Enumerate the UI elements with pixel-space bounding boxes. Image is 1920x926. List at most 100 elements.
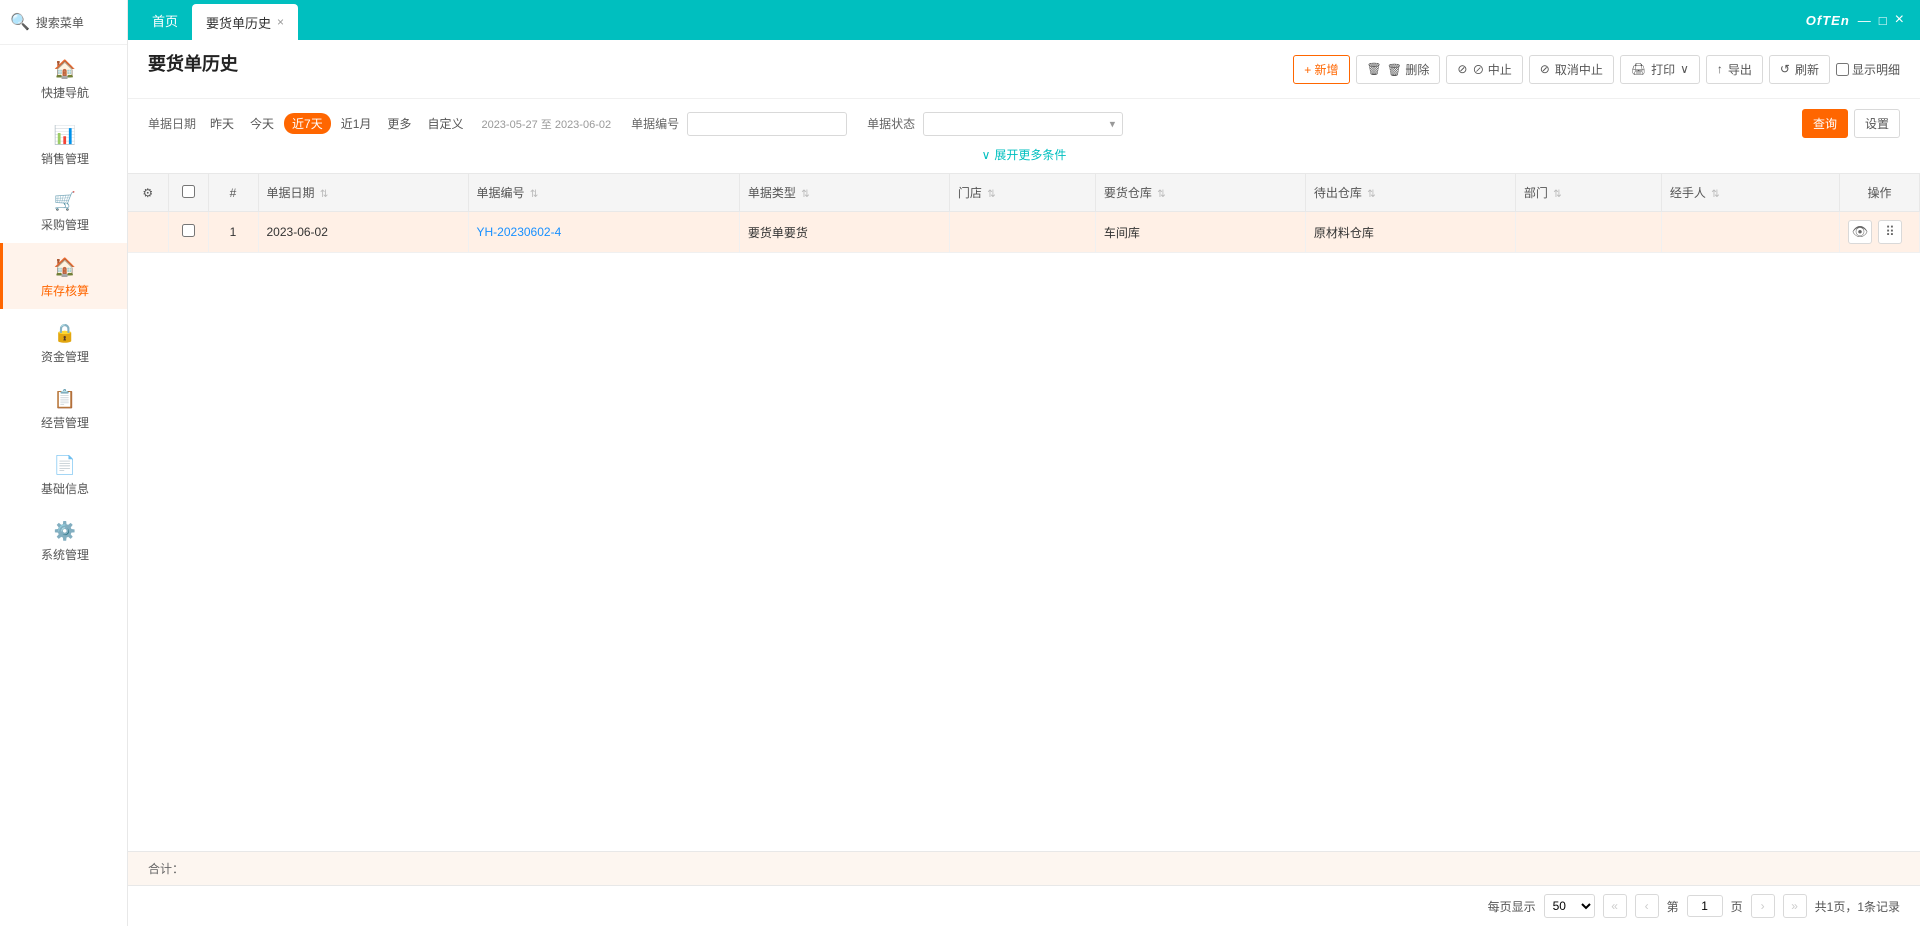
query-button[interactable]: 查询 [1802, 109, 1848, 138]
table-body: 1 2023-06-02 YH-20230602-4 要货单要货 车间库 原材料… [128, 212, 1920, 253]
tab-active-label: 要货单历史 [206, 13, 271, 32]
view-icon: 👁 [1852, 224, 1869, 240]
date-btn-1month[interactable]: 近1月 [335, 113, 378, 134]
date-btn-more[interactable]: 更多 [381, 113, 417, 134]
col-date-label: 单据日期 [267, 186, 315, 200]
date-filter-buttons: 昨天 今天 近7天 近1月 更多 自定义 [204, 113, 469, 134]
export-button[interactable]: ↑ 导出 [1706, 55, 1763, 84]
order-no-link[interactable]: YH-20230602-4 [477, 225, 562, 239]
sidebar-search-label: 搜索菜单 [36, 14, 84, 31]
sidebar-item-finance[interactable]: 🔒 资金管理 [0, 309, 127, 375]
lock-icon: 🔒 [54, 323, 76, 344]
page-title: 要货单历史 [148, 50, 238, 76]
search-icon: 🔍 [10, 12, 30, 32]
delete-icon: 🗑 [1367, 62, 1382, 76]
date-btn-today[interactable]: 今天 [244, 113, 280, 134]
sidebar-item-label: 销售管理 [41, 150, 89, 167]
table-header-row: ⚙ # 单据日期 ⇅ 单据编号 ⇅ 单据类型 ⇅ [128, 174, 1920, 212]
cell-checkbox [168, 212, 208, 253]
date-btn-custom[interactable]: 自定义 [421, 113, 469, 134]
sidebar-item-system[interactable]: ⚙️ 系统管理 [0, 507, 127, 573]
chart-icon: 📊 [54, 125, 76, 146]
sidebar-item-purchase[interactable]: 🛒 采购管理 [0, 177, 127, 243]
col-handler[interactable]: 经手人 ⇅ [1661, 174, 1839, 212]
topbar-right: OfTEn — □ × [1806, 11, 1920, 29]
tab-home[interactable]: 首页 [138, 0, 192, 40]
col-pending-warehouse[interactable]: 待出仓库 ⇅ [1305, 174, 1515, 212]
cell-ops: 👁 ⠿ [1840, 212, 1920, 253]
display-detail-label: 显示明细 [1852, 61, 1900, 78]
col-order-type[interactable]: 单据类型 ⇅ [739, 174, 949, 212]
query-buttons: 查询 设置 [1802, 109, 1900, 138]
sidebar-item-label: 基础信息 [41, 480, 89, 497]
row-checkbox[interactable] [182, 224, 195, 237]
settings-button[interactable]: 设置 [1854, 109, 1900, 138]
first-page-btn[interactable]: « [1603, 894, 1627, 918]
prev-page-btn[interactable]: ‹ [1635, 894, 1659, 918]
sort-pending-warehouse-icon: ⇅ [1367, 189, 1375, 200]
col-date[interactable]: 单据日期 ⇅ [258, 174, 468, 212]
expand-more-icon: ∨ [982, 148, 991, 162]
row-view-button[interactable]: 👁 [1848, 220, 1872, 244]
export-icon: ↑ [1717, 62, 1723, 76]
print-button[interactable]: 🖨 打印 ∨ [1620, 55, 1700, 84]
edit-icon: ⠿ [1885, 224, 1895, 240]
filter-area: 单据日期 昨天 今天 近7天 近1月 更多 自定义 2023-05-27 至 2… [128, 99, 1920, 174]
tab-active[interactable]: 要货单历史 × [192, 4, 298, 40]
last-page-btn[interactable]: » [1783, 894, 1807, 918]
page-input[interactable] [1687, 895, 1723, 917]
brand-label: OfTEn [1806, 13, 1850, 28]
cell-handler [1661, 212, 1839, 253]
expand-more-label: 展开更多条件 [994, 146, 1066, 163]
filter-orderno-group: 单据编号 [631, 112, 847, 136]
total-info: 共1页，1条记录 [1815, 898, 1900, 915]
cell-order-type: 要货单要货 [739, 212, 949, 253]
per-page-select[interactable]: 50 100 [1544, 894, 1595, 918]
sidebar-search[interactable]: 🔍 搜索菜单 [0, 0, 127, 45]
refresh-button[interactable]: ↺ 刷新 [1769, 55, 1830, 84]
col-settings[interactable]: ⚙ [128, 174, 168, 212]
suspend-icon: ⊘ [1457, 62, 1467, 76]
col-req-warehouse[interactable]: 要货仓库 ⇅ [1095, 174, 1305, 212]
select-all-checkbox[interactable] [182, 185, 195, 198]
sidebar-item-operations[interactable]: 📋 经营管理 [0, 375, 127, 441]
col-ops: 操作 [1840, 174, 1920, 212]
col-order-no[interactable]: 单据编号 ⇅ [468, 174, 739, 212]
sidebar-item-quick-nav[interactable]: 🏠 快捷导航 [0, 45, 127, 111]
display-detail-checkbox[interactable] [1836, 63, 1849, 76]
date-btn-yesterday[interactable]: 昨天 [204, 113, 240, 134]
sidebar-item-inventory[interactable]: 🏠 库存核算 [0, 243, 127, 309]
tab-close-icon[interactable]: × [277, 15, 284, 29]
date-btn-7days[interactable]: 近7天 [284, 113, 331, 134]
window-minimize[interactable]: — [1858, 13, 1871, 28]
table-row[interactable]: 1 2023-06-02 YH-20230602-4 要货单要货 车间库 原材料… [128, 212, 1920, 253]
display-detail-toggle[interactable]: 显示明细 [1836, 61, 1900, 78]
gear-icon: ⚙️ [54, 521, 76, 542]
expand-more-btn[interactable]: ∨ 展开更多条件 [148, 146, 1900, 163]
cell-pending-warehouse: 原材料仓库 [1305, 212, 1515, 253]
col-pending-warehouse-label: 待出仓库 [1314, 186, 1362, 200]
print-arrow-icon: ∨ [1680, 62, 1689, 76]
orderno-input[interactable] [687, 112, 847, 136]
row-edit-button[interactable]: ⠿ [1878, 220, 1902, 244]
sort-date-icon: ⇅ [320, 189, 328, 200]
col-store[interactable]: 门店 ⇅ [949, 174, 1095, 212]
suspend-button[interactable]: ⊘ ⊘ 中止 [1446, 55, 1522, 84]
new-button[interactable]: + 新增 [1293, 55, 1349, 84]
cancel-suspend-button[interactable]: ⊘ 取消中止 [1529, 55, 1614, 84]
next-page-btn[interactable]: › [1751, 894, 1775, 918]
tab-home-label: 首页 [152, 11, 178, 30]
sidebar-item-basic-info[interactable]: 📄 基础信息 [0, 441, 127, 507]
col-req-warehouse-label: 要货仓库 [1104, 186, 1152, 200]
sidebar-item-sales[interactable]: 📊 销售管理 [0, 111, 127, 177]
delete-button[interactable]: 🗑 🗑 删除 [1356, 55, 1441, 84]
cell-num: 1 [208, 212, 258, 253]
document-icon: 📄 [54, 455, 76, 476]
per-page-label: 每页显示 [1488, 898, 1536, 915]
data-table: ⚙ # 单据日期 ⇅ 单据编号 ⇅ 单据类型 ⇅ [128, 174, 1920, 253]
sidebar-item-label: 快捷导航 [41, 84, 89, 101]
col-department[interactable]: 部门 ⇅ [1515, 174, 1661, 212]
window-maximize[interactable]: □ [1879, 13, 1887, 28]
window-close[interactable]: × [1895, 11, 1904, 29]
status-select[interactable] [923, 112, 1123, 136]
